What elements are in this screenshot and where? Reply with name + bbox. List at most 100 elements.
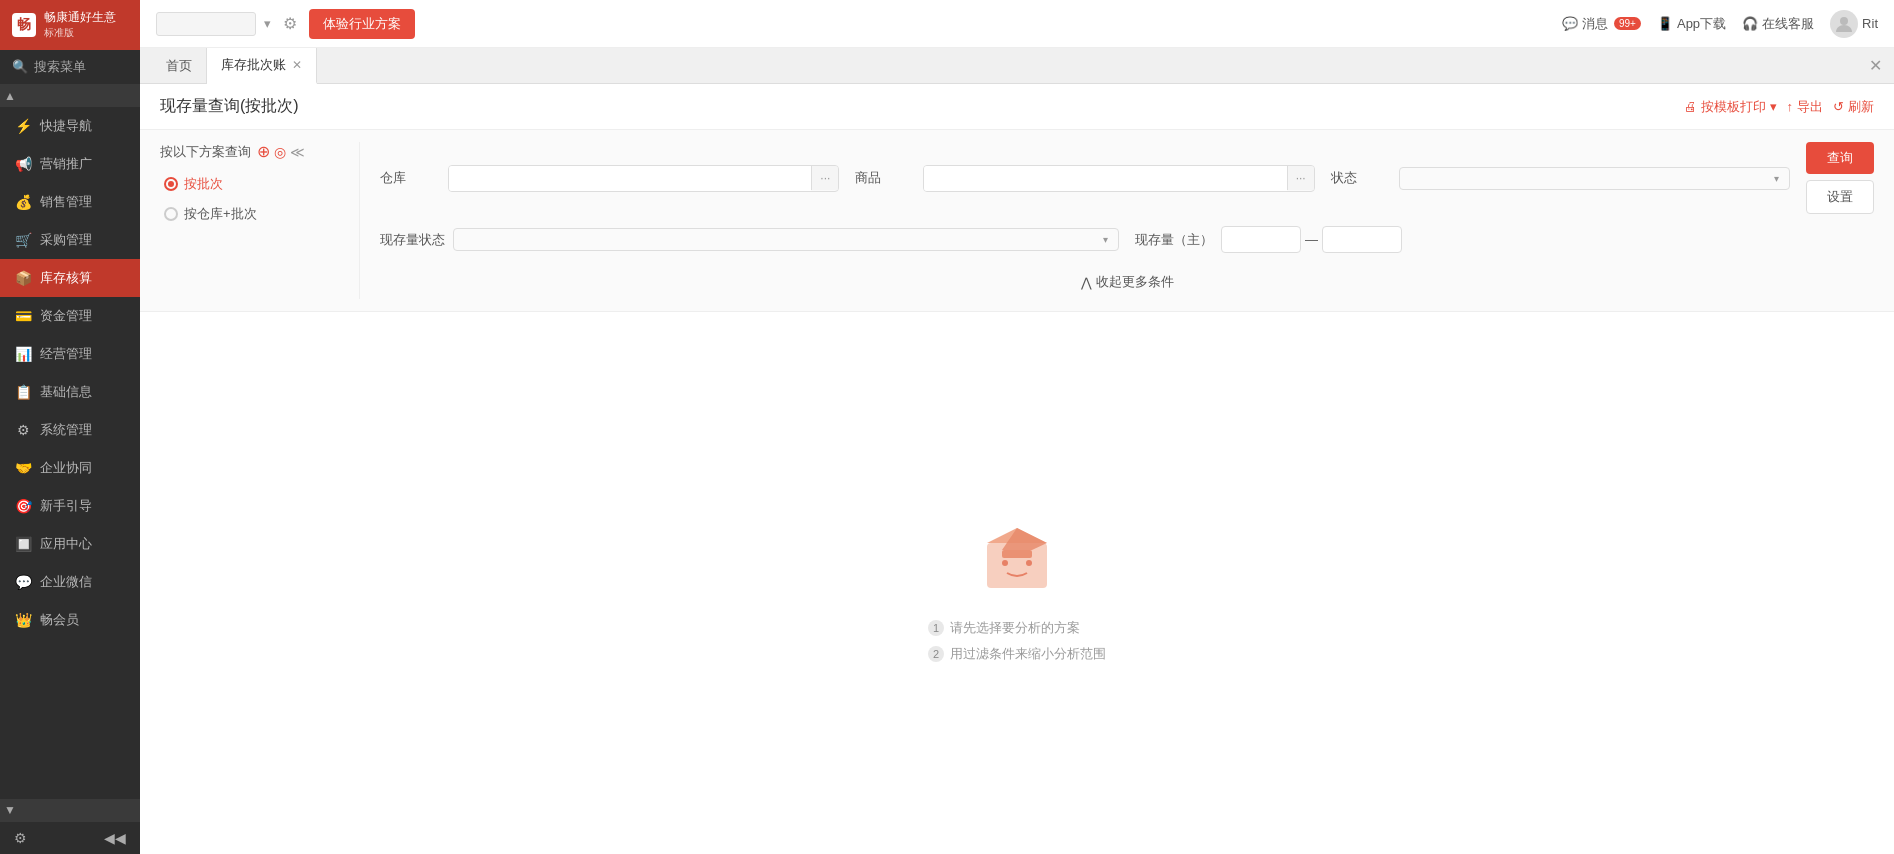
product-label: 商品 xyxy=(855,169,915,187)
product-input[interactable] xyxy=(924,166,1286,191)
sidebar-item-member[interactable]: 👑 畅会员 xyxy=(0,601,140,639)
sidebar-item-quick-nav[interactable]: ⚡ 快捷导航 xyxy=(0,107,140,145)
product-browse-button[interactable]: ··· xyxy=(1287,166,1314,190)
filter-option-by-warehouse-batch[interactable]: 按仓库+批次 xyxy=(160,199,343,229)
sidebar-item-new-guide[interactable]: 🎯 新手引导 xyxy=(0,487,140,525)
inventory-icon: 📦 xyxy=(14,269,32,287)
user-profile-action[interactable]: Rit xyxy=(1830,10,1878,38)
sidebar-item-label: 快捷导航 xyxy=(40,117,92,135)
inventory-status-filter-group: 现存量状态 ▾ xyxy=(380,228,1119,251)
refresh-button[interactable]: ↺ 刷新 xyxy=(1833,98,1874,116)
sidebar-item-marketing[interactable]: 📢 营销推广 xyxy=(0,145,140,183)
close-all-tabs-button[interactable]: ✕ xyxy=(1869,56,1882,75)
online-service-action[interactable]: 🎧 在线客服 xyxy=(1742,15,1814,33)
export-icon: ↑ xyxy=(1787,99,1794,114)
radio-by-warehouse-batch xyxy=(164,207,178,221)
printer-icon: 🖨 xyxy=(1684,99,1697,114)
template-print-button[interactable]: 🖨 按模板打印 ▾ xyxy=(1684,98,1777,116)
filter-sidebar: 按以下方案查询 ⊕ ◎ ≪ 按批次 按仓库+批次 xyxy=(160,142,360,299)
empty-tips: 1 请先选择要分析的方案 2 用过滤条件来缩小分析范围 xyxy=(928,619,1106,663)
settings-button[interactable]: 设置 xyxy=(1806,180,1874,214)
topbar-search-input[interactable] xyxy=(156,12,256,36)
settings-icon[interactable]: ⚙ xyxy=(14,830,27,846)
sidebar-item-enterprise-wechat[interactable]: 💬 企业微信 xyxy=(0,563,140,601)
sidebar-item-app-center[interactable]: 🔲 应用中心 xyxy=(0,525,140,563)
inventory-status-label: 现存量状态 xyxy=(380,231,445,249)
sidebar-item-label: 资金管理 xyxy=(40,307,92,325)
query-button[interactable]: 查询 xyxy=(1806,142,1874,174)
collapse-sidebar-icon[interactable]: ◀◀ xyxy=(104,830,126,846)
search-label: 搜索菜单 xyxy=(34,58,86,76)
messages-label: 消息 xyxy=(1582,15,1608,33)
sidebar-item-inventory[interactable]: 📦 库存核算 xyxy=(0,259,140,297)
warehouse-browse-button[interactable]: ··· xyxy=(811,166,838,190)
tab-bar: 首页 库存批次账 ✕ ✕ xyxy=(140,48,1894,84)
message-icon: 💬 xyxy=(1562,16,1578,31)
sidebar-item-enterprise-collab[interactable]: 🤝 企业协同 xyxy=(0,449,140,487)
online-service-label: 在线客服 xyxy=(1762,15,1814,33)
tab-close-icon[interactable]: ✕ xyxy=(292,58,302,72)
scroll-up-button[interactable]: ▲ xyxy=(0,85,140,107)
sidebar-nav: ⚡ 快捷导航 📢 营销推广 💰 销售管理 🛒 采购管理 📦 库存核算 💳 资金管… xyxy=(0,107,140,799)
sidebar-item-sales[interactable]: 💰 销售管理 xyxy=(0,183,140,221)
svg-point-5 xyxy=(1002,560,1008,566)
page-header: 现存量查询(按批次) 🖨 按模板打印 ▾ ↑ 导出 ↺ 刷新 xyxy=(140,84,1894,130)
dropdown-chevron-icon[interactable]: ▾ xyxy=(264,16,271,31)
svg-point-6 xyxy=(1026,560,1032,566)
sidebar-item-system[interactable]: ⚙ 系统管理 xyxy=(0,411,140,449)
filter-option-by-batch[interactable]: 按批次 xyxy=(160,169,343,199)
scroll-down-button[interactable]: ▼ xyxy=(0,799,140,821)
enterprise-collab-icon: 🤝 xyxy=(14,459,32,477)
app-download-label: App下载 xyxy=(1677,15,1726,33)
operations-icon: 📊 xyxy=(14,345,32,363)
sidebar-search[interactable]: 🔍 搜索菜单 xyxy=(0,50,140,85)
sidebar-item-label: 库存核算 xyxy=(40,269,92,287)
trial-button[interactable]: 体验行业方案 xyxy=(309,9,415,39)
sidebar-item-purchase[interactable]: 🛒 采购管理 xyxy=(0,221,140,259)
quick-nav-icon: ⚡ xyxy=(14,117,32,135)
collapse-filter-icon[interactable]: ≪ xyxy=(290,144,305,160)
app-center-icon: 🔲 xyxy=(14,535,32,553)
sidebar-item-label: 经营管理 xyxy=(40,345,92,363)
inventory-qty-filter-group: 现存量（主） — xyxy=(1135,226,1874,253)
marketing-icon: 📢 xyxy=(14,155,32,173)
svg-rect-4 xyxy=(1002,550,1032,558)
sidebar-header: 畅 畅康通好生意 标准版 xyxy=(0,0,140,50)
collapse-label: 收起更多条件 xyxy=(1096,273,1174,291)
sidebar-item-label: 基础信息 xyxy=(40,383,92,401)
warehouse-input[interactable] xyxy=(449,166,811,191)
status-select[interactable]: ▾ xyxy=(1399,167,1790,190)
filter-sidebar-title: 按以下方案查询 ⊕ ◎ ≪ xyxy=(160,142,343,161)
app-name: 畅康通好生意 xyxy=(44,10,116,26)
inventory-qty-min-input[interactable] xyxy=(1221,226,1301,253)
filter-settings-icon[interactable]: ◎ xyxy=(274,144,286,160)
page-content: 现存量查询(按批次) 🖨 按模板打印 ▾ ↑ 导出 ↺ 刷新 xyxy=(140,84,1894,854)
messages-action[interactable]: 💬 消息 99+ xyxy=(1562,15,1641,33)
product-filter-group: 商品 ··· xyxy=(855,165,1314,192)
tab-home[interactable]: 首页 xyxy=(152,48,207,84)
topbar-actions: 💬 消息 99+ 📱 App下载 🎧 在线客服 Rit xyxy=(1562,10,1878,38)
app-download-action[interactable]: 📱 App下载 xyxy=(1657,15,1726,33)
collapse-more-button[interactable]: ⋀ 收起更多条件 xyxy=(380,265,1874,299)
tab-inventory-batch-label: 库存批次账 xyxy=(221,56,286,74)
search-icon: 🔍 xyxy=(12,59,28,74)
add-filter-icon[interactable]: ⊕ xyxy=(257,142,270,161)
sidebar-item-finance[interactable]: 💳 资金管理 xyxy=(0,297,140,335)
empty-illustration xyxy=(967,503,1067,603)
inventory-status-select[interactable]: ▾ xyxy=(453,228,1119,251)
username-label: Rit xyxy=(1862,16,1878,31)
sidebar-item-label: 新手引导 xyxy=(40,497,92,515)
status-label: 状态 xyxy=(1331,169,1391,187)
topbar-input-area: ▾ xyxy=(156,12,271,36)
export-button[interactable]: ↑ 导出 xyxy=(1787,98,1824,116)
sidebar-item-operations[interactable]: 📊 经营管理 xyxy=(0,335,140,373)
warehouse-filter-group: 仓库 ··· xyxy=(380,165,839,192)
phone-icon: 📱 xyxy=(1657,16,1673,31)
sidebar-item-basic-info[interactable]: 📋 基础信息 xyxy=(0,373,140,411)
tab-inventory-batch[interactable]: 库存批次账 ✕ xyxy=(207,48,317,84)
enterprise-wechat-icon: 💬 xyxy=(14,573,32,591)
sidebar-item-label: 营销推广 xyxy=(40,155,92,173)
inventory-qty-label: 现存量（主） xyxy=(1135,231,1213,249)
inventory-qty-max-input[interactable] xyxy=(1322,226,1402,253)
gear-icon[interactable]: ⚙ xyxy=(283,14,297,33)
